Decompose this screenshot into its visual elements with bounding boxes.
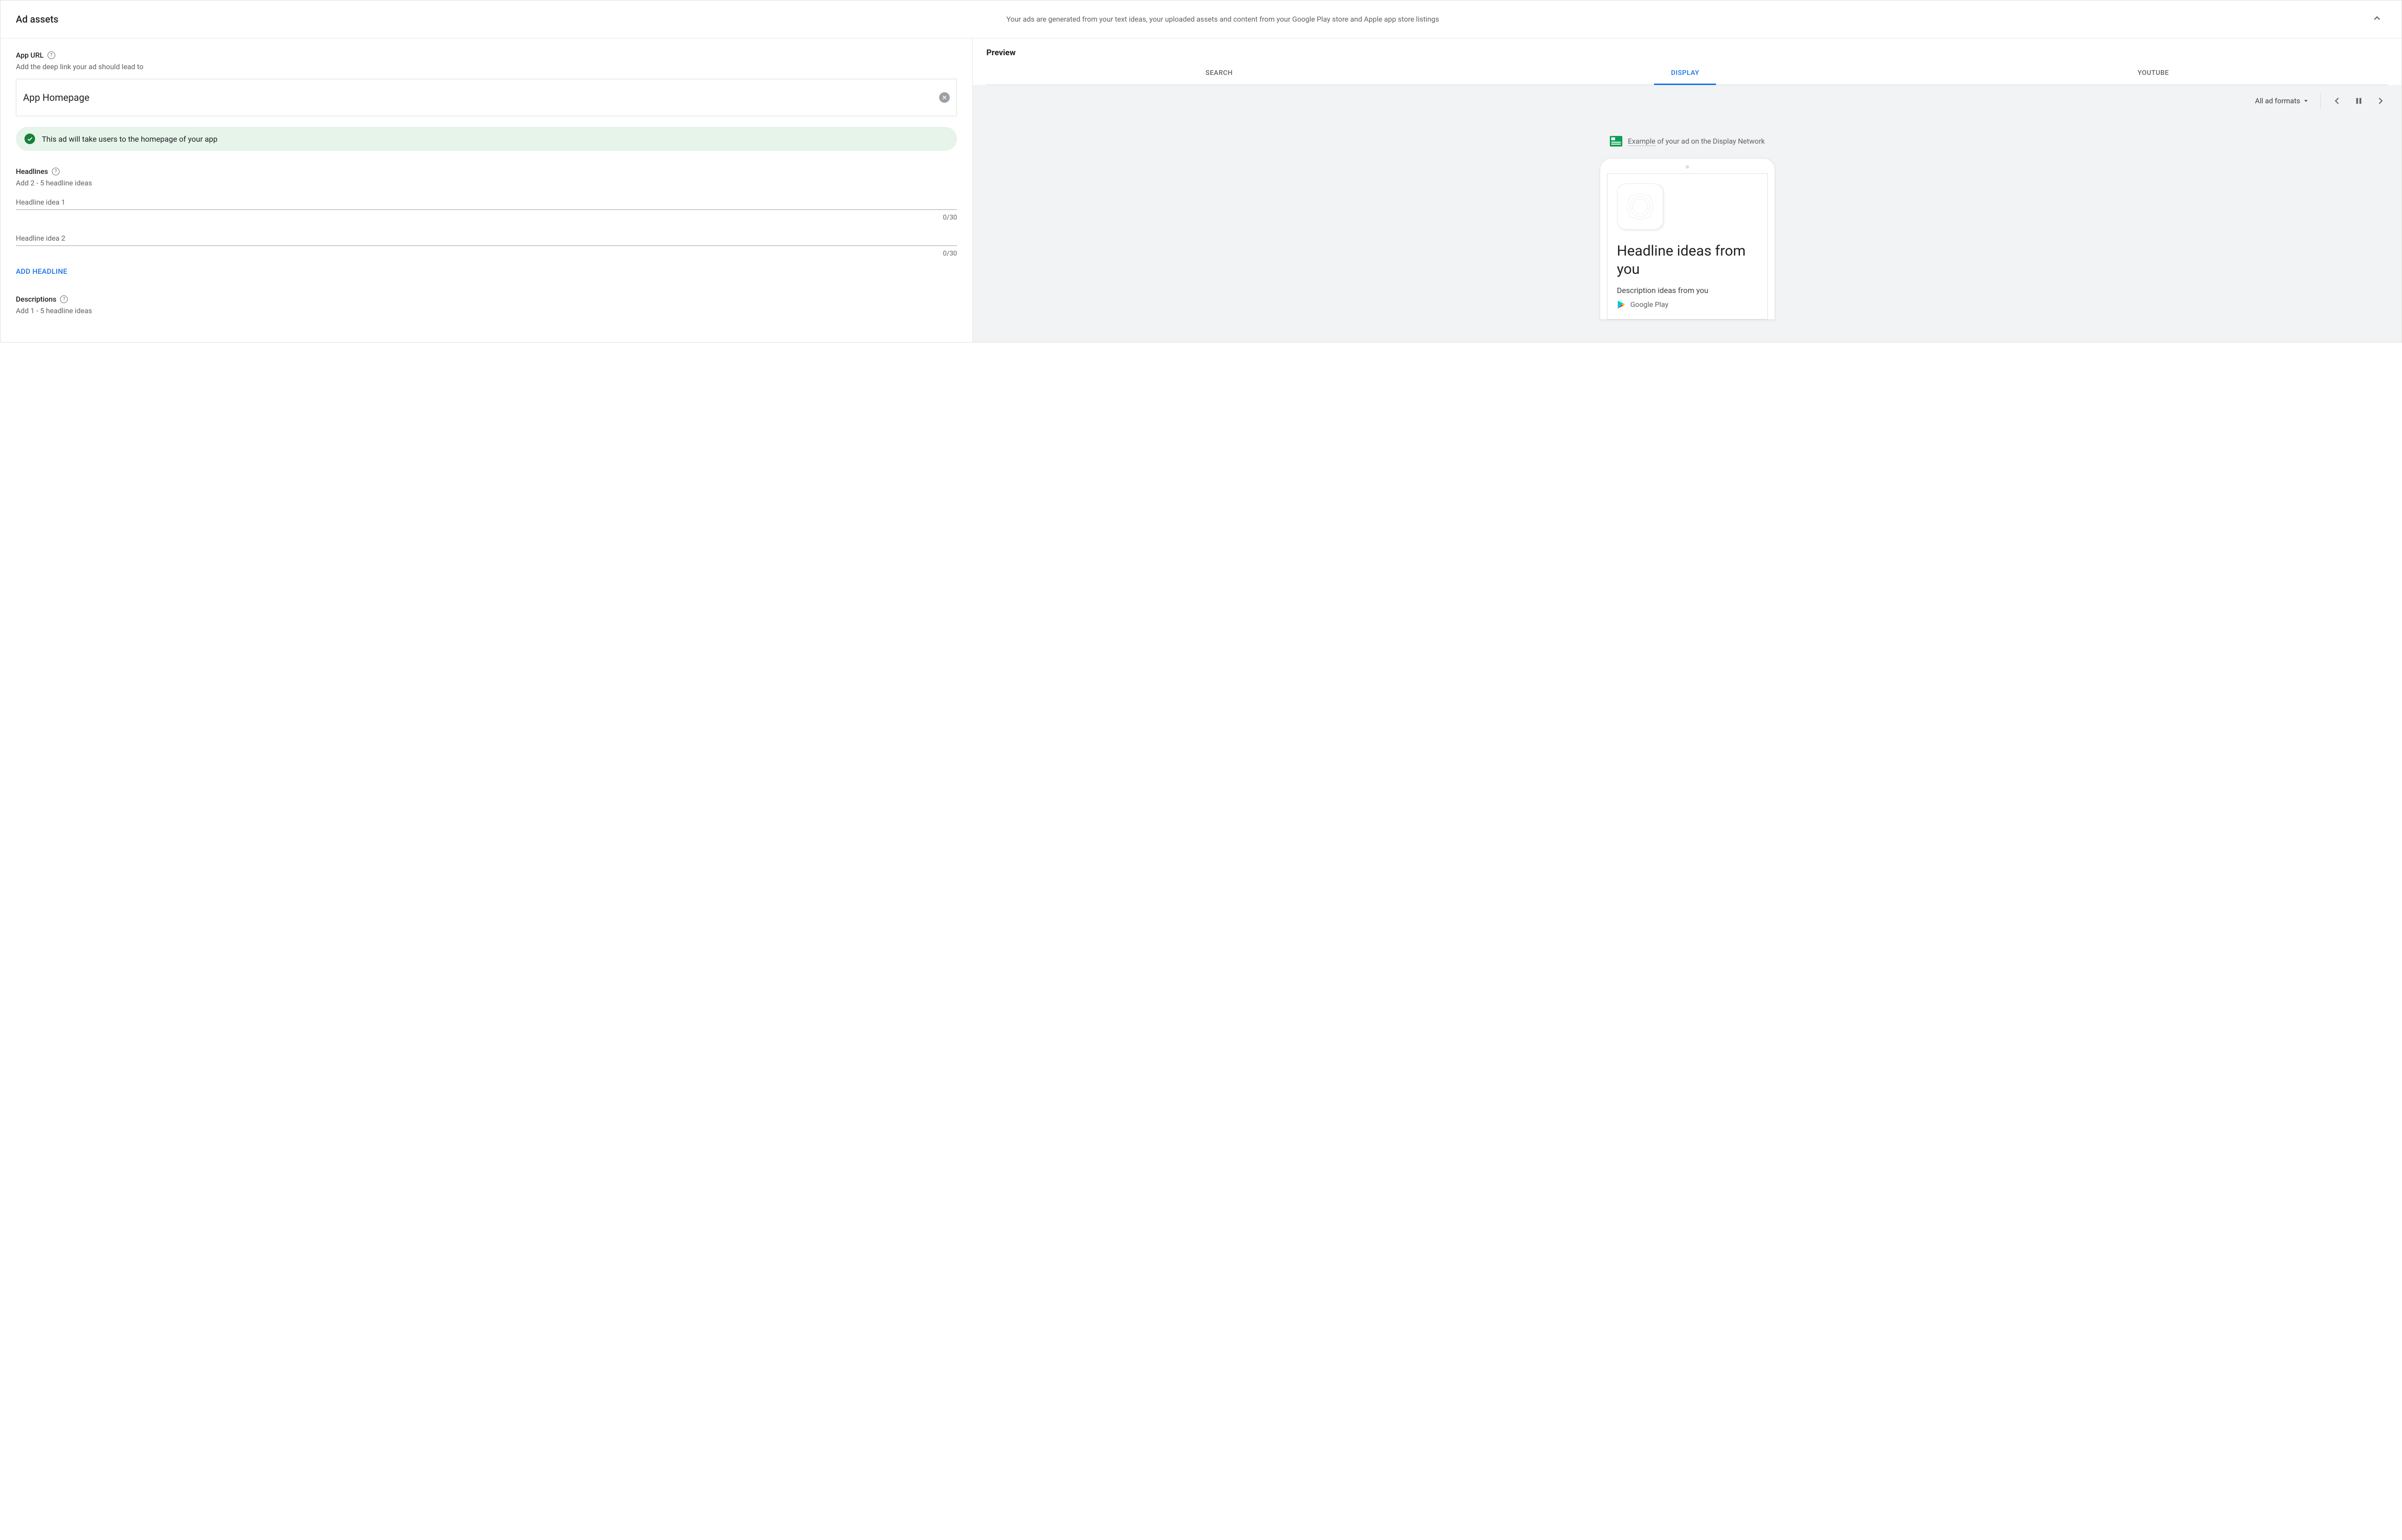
tab-display[interactable]: DISPLAY [1671, 61, 1699, 85]
headlines-sublabel: Add 2 - 5 headline ideas [16, 179, 957, 187]
chevron-up-icon [2372, 13, 2382, 24]
caret-down-icon [2303, 98, 2309, 104]
form-panel: App URL ? Add the deep link your ad shou… [0, 38, 973, 342]
headline-input-1[interactable] [16, 195, 957, 210]
prev-button[interactable] [2328, 93, 2347, 109]
preview-title: Preview [986, 48, 2388, 58]
app-url-label: App URL [16, 51, 44, 60]
section-header[interactable]: Ad assets Your ads are generated from yo… [0, 0, 2402, 38]
store-row: Google Play [1617, 300, 1758, 309]
pause-button[interactable] [2350, 94, 2368, 108]
next-button[interactable] [2371, 93, 2390, 109]
headlines-label: Headlines [16, 167, 48, 176]
chevron-right-icon [2376, 96, 2385, 106]
tab-youtube[interactable]: YOUTUBE [2138, 61, 2169, 85]
device-frame: Headline ideas from you Description idea… [1600, 158, 1775, 320]
pause-icon [2354, 97, 2363, 105]
store-label: Google Play [1630, 300, 1668, 309]
check-icon [25, 134, 35, 144]
ad-description: Description ideas from you [1617, 286, 1758, 295]
app-icon-placeholder [1617, 183, 1663, 230]
app-url-field-wrap [16, 79, 957, 116]
descriptions-label: Descriptions [16, 295, 56, 304]
display-network-icon [1610, 136, 1622, 147]
app-url-input[interactable] [23, 92, 939, 103]
chevron-left-icon [2332, 96, 2342, 106]
descriptions-sublabel: Add 1 - 5 headline ideas [16, 306, 957, 315]
example-link[interactable]: Example [1628, 137, 1655, 146]
help-icon[interactable]: ? [48, 51, 55, 59]
ad-headline: Headline ideas from you [1617, 242, 1758, 278]
preview-controls: All ad formats [973, 85, 2402, 117]
ad-assets-panel: Ad assets Your ads are generated from yo… [0, 0, 2402, 342]
section-title: Ad assets [16, 13, 59, 25]
google-play-icon [1617, 300, 1626, 309]
clear-input-button[interactable] [939, 92, 950, 103]
info-banner: This ad will take users to the homepage … [16, 127, 957, 151]
app-url-sublabel: Add the deep link your ad should lead to [16, 62, 957, 71]
preview-tabs: SEARCH DISPLAY YOUTUBE [986, 61, 2388, 85]
headline-input-2[interactable] [16, 231, 957, 246]
collapse-toggle[interactable] [2368, 9, 2386, 29]
divider [2320, 93, 2321, 109]
add-headline-button[interactable]: ADD HEADLINE [16, 267, 957, 276]
section-description: Your ads are generated from your text id… [78, 15, 2368, 24]
char-counter: 0/30 [16, 214, 957, 221]
ad-preview-card: Headline ideas from you Description idea… [1607, 173, 1768, 319]
char-counter: 0/30 [16, 250, 957, 257]
example-label-row: Example of your ad on the Display Networ… [973, 136, 2402, 147]
device-speaker-icon [1686, 165, 1689, 169]
help-icon[interactable]: ? [52, 168, 60, 175]
close-icon [942, 95, 947, 100]
preview-panel: Preview SEARCH DISPLAY YOUTUBE All ad fo… [973, 38, 2402, 342]
banner-text: This ad will take users to the homepage … [42, 134, 218, 144]
format-dropdown[interactable]: All ad formats [2255, 97, 2309, 105]
tab-search[interactable]: SEARCH [1205, 61, 1233, 85]
help-icon[interactable]: ? [60, 295, 68, 303]
